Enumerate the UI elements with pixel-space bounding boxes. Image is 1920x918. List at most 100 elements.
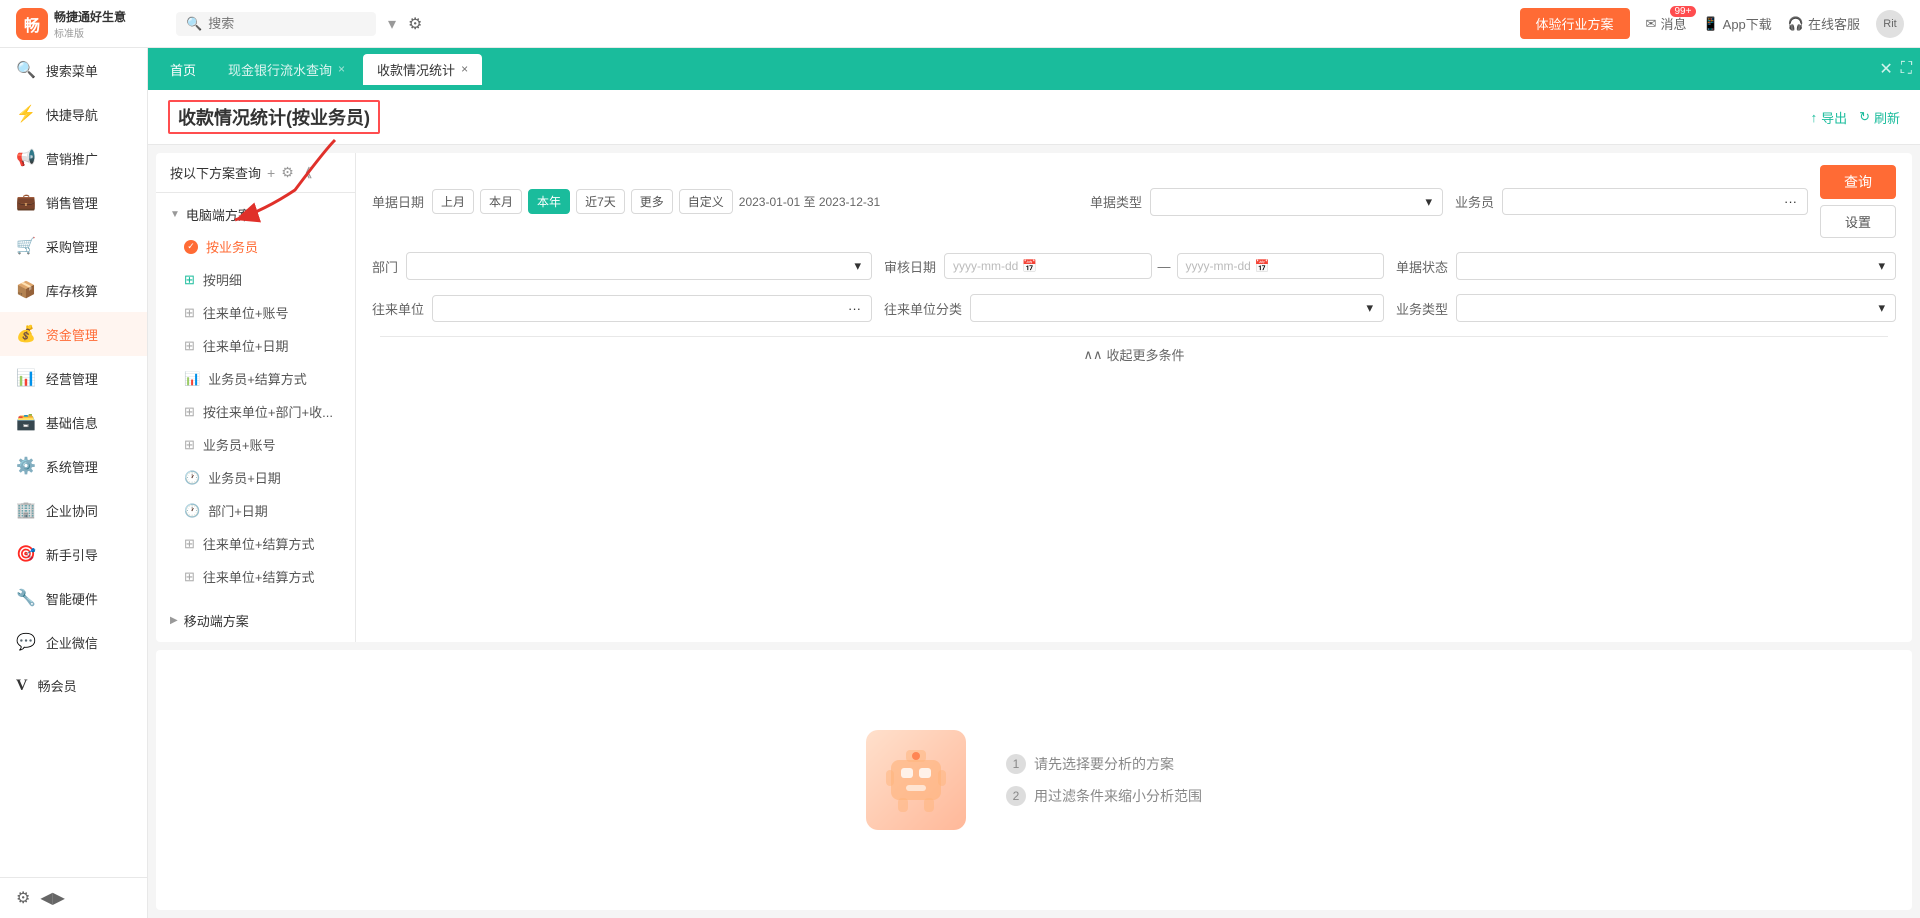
scheme-item-label: 往来单位+账号 (203, 303, 289, 322)
settings-button[interactable]: 设置 (1820, 205, 1896, 238)
partner-dept-icon: ⊞ (184, 404, 195, 420)
scheme-item-partner-account[interactable]: ⊞ 往来单位+账号 (156, 296, 355, 329)
salesperson-dot-icon: ✓ (184, 240, 198, 254)
bottom-settings-icon[interactable]: ⚙ (16, 888, 30, 908)
scheme-desktop-toggle[interactable]: ▼ 电脑端方案 (156, 199, 355, 230)
tab-collection-stats[interactable]: 收款情况统计 × (363, 54, 482, 85)
app-download-btn[interactable]: 📱 App下载 (1702, 14, 1771, 33)
collapse-chevron-icon: ∧∧ (1083, 347, 1102, 363)
scheme-item-salesperson-acct[interactable]: ⊞ 业务员+账号 (156, 428, 355, 461)
calendar-end-icon[interactable]: 📅 (1255, 259, 1270, 273)
tab-bank-flow[interactable]: 现金银行流水查询 × (214, 54, 359, 85)
sidebar-item-enterprise[interactable]: 🏢 企业协同 (0, 488, 147, 532)
scheme-item-partner-date[interactable]: ⊞ 往来单位+日期 (156, 329, 355, 362)
sidebar-item-finance[interactable]: 💰 资金管理 (0, 312, 147, 356)
partner-more-btn[interactable]: ··· (848, 301, 861, 316)
query-button[interactable]: 查询 (1820, 165, 1896, 199)
sidebar-item-purchase[interactable]: 🛒 采购管理 (0, 224, 147, 268)
empty-robot-icon (866, 730, 966, 830)
system-icon: ⚙️ (16, 456, 36, 476)
enterprise-icon: 🏢 (16, 500, 36, 520)
date-btn-this-year[interactable]: 本年 (528, 189, 570, 214)
scheme-item-partner-settle2[interactable]: ⊞ 往来单位+结算方式 (156, 560, 355, 593)
top-search-area[interactable]: 🔍 (176, 12, 376, 36)
scheme-item-label: 往来单位+结算方式 (203, 567, 315, 586)
scheme-item-label: 业务员+结算方式 (208, 369, 307, 388)
tab-fullscreen-icon[interactable]: ⛶ (1901, 60, 1912, 78)
scheme-settings-icon[interactable]: ⚙ (281, 164, 294, 181)
sidebar-item-search[interactable]: 🔍 搜索菜单 (0, 48, 147, 92)
sidebar-item-quicknav[interactable]: ⚡ 快捷导航 (0, 92, 147, 136)
scheme-add-icon[interactable]: + (267, 165, 275, 181)
hardware-icon: 🔧 (16, 588, 36, 608)
sidebar-item-hardware[interactable]: 🔧 智能硬件 (0, 576, 147, 620)
dept-date-icon: 🕐 (184, 503, 200, 519)
sidebar-item-sales[interactable]: 💼 销售管理 (0, 180, 147, 224)
bottom-expand-icon[interactable]: ◀▶ (40, 888, 65, 908)
date-btn-last-month[interactable]: 上月 (432, 189, 474, 214)
sidebar-item-marketing[interactable]: 📢 营销推广 (0, 136, 147, 180)
export-btn[interactable]: ↑ 导出 (1811, 108, 1848, 127)
message-btn[interactable]: ✉ 消息 99+ (1646, 14, 1687, 33)
settings-gear-icon[interactable]: ⚙ (408, 14, 422, 34)
partner-category-select[interactable]: ▾ (970, 294, 1384, 322)
refresh-icon: ↻ (1859, 109, 1870, 125)
sidebar-item-operations[interactable]: 📊 经营管理 (0, 356, 147, 400)
sidebar-item-label: 智能硬件 (46, 589, 98, 608)
scheme-item-salesperson[interactable]: ✓ 按业务员 (156, 230, 355, 263)
date-btn-7days[interactable]: 近7天 (576, 189, 625, 214)
refresh-label: 刷新 (1874, 108, 1900, 127)
tab-bank-flow-close[interactable]: × (338, 62, 345, 76)
search-input[interactable] (208, 16, 348, 31)
filter-row-1: 单据日期 上月 本月 本年 近7天 更多 自定义 2023-01-01 至 20… (372, 165, 1896, 238)
scheme-group-mobile: ▶ 移动端方案 (156, 599, 355, 642)
filter-layout: 按以下方案查询 + ⚙ 《 ▼ 电脑端方案 ✓ 按业务员 ⊞ (156, 153, 1912, 642)
dept-select[interactable]: ▾ (406, 252, 872, 280)
online-service-btn[interactable]: 🎧 在线客服 (1788, 14, 1860, 33)
collapse-bar[interactable]: ∧∧ 收起更多条件 (380, 336, 1888, 372)
dropdown-icon[interactable]: ▾ (388, 14, 396, 34)
tab-home[interactable]: 首页 (156, 54, 210, 85)
scheme-collapse-icon[interactable]: 《 (300, 164, 312, 181)
scheme-item-partner-dept[interactable]: ⊞ 按往来单位+部门+收... (156, 395, 355, 428)
user-avatar[interactable]: Rit (1876, 10, 1904, 38)
scheme-item-dept-date[interactable]: 🕐 部门+日期 (156, 494, 355, 527)
scheme-item-label: 业务员+账号 (203, 435, 276, 454)
sidebar-item-wechat[interactable]: 💬 企业微信 (0, 620, 147, 664)
sidebar-item-member[interactable]: V 畅会员 (0, 664, 147, 707)
tab-collection-stats-close[interactable]: × (461, 62, 468, 76)
partner-date-icon: ⊞ (184, 338, 195, 354)
scheme-item-detail[interactable]: ⊞ 按明细 (156, 263, 355, 296)
sidebar-item-label: 基础信息 (46, 413, 98, 432)
review-date-input-group: yyyy-mm-dd 📅 — yyyy-mm-dd 📅 (944, 253, 1384, 279)
calendar-start-icon[interactable]: 📅 (1022, 259, 1037, 273)
partner-select[interactable]: ··· (432, 295, 872, 322)
tab-close-all-icon[interactable]: ✕ (1879, 59, 1892, 79)
business-type-select[interactable]: ▾ (1456, 294, 1896, 322)
salesperson-select[interactable]: ··· (1502, 188, 1808, 215)
partner-category-dropdown-icon: ▾ (1366, 300, 1373, 316)
date-btn-custom[interactable]: 自定义 (679, 189, 733, 214)
date-btn-more[interactable]: 更多 (631, 189, 673, 214)
review-date-start-input[interactable]: yyyy-mm-dd 📅 (944, 253, 1152, 279)
refresh-btn[interactable]: ↻ 刷新 (1859, 108, 1900, 127)
salesperson-more-icon[interactable]: ··· (1784, 194, 1797, 209)
scheme-item-partner-settle1[interactable]: ⊞ 往来单位+结算方式 (156, 527, 355, 560)
sidebar-item-guide[interactable]: 🎯 新手引导 (0, 532, 147, 576)
scheme-item-salesperson-date[interactable]: 🕐 业务员+日期 (156, 461, 355, 494)
bank-flow-tab-label: 现金银行流水查询 (228, 60, 332, 79)
review-date-end-input[interactable]: yyyy-mm-dd 📅 (1177, 253, 1385, 279)
sidebar-item-system[interactable]: ⚙️ 系统管理 (0, 444, 147, 488)
salesperson-acct-icon: ⊞ (184, 437, 195, 453)
date-btn-this-month[interactable]: 本月 (480, 189, 522, 214)
scheme-item-label: 往来单位+日期 (203, 336, 289, 355)
sidebar-item-basic-info[interactable]: 🗃️ 基础信息 (0, 400, 147, 444)
doc-status-select[interactable]: ▾ (1456, 252, 1896, 280)
main-area: 首页 现金银行流水查询 × 收款情况统计 × ✕ ⛶ 收款情况统计(按业务员) … (148, 48, 1920, 918)
doc-type-select[interactable]: ▾ (1150, 188, 1443, 216)
finance-icon: 💰 (16, 324, 36, 344)
scheme-item-salesperson-settlement[interactable]: 📊 业务员+结算方式 (156, 362, 355, 395)
trial-button[interactable]: 体验行业方案 (1520, 8, 1630, 39)
scheme-mobile-toggle[interactable]: ▶ 移动端方案 (156, 605, 355, 636)
sidebar-item-inventory[interactable]: 📦 库存核算 (0, 268, 147, 312)
